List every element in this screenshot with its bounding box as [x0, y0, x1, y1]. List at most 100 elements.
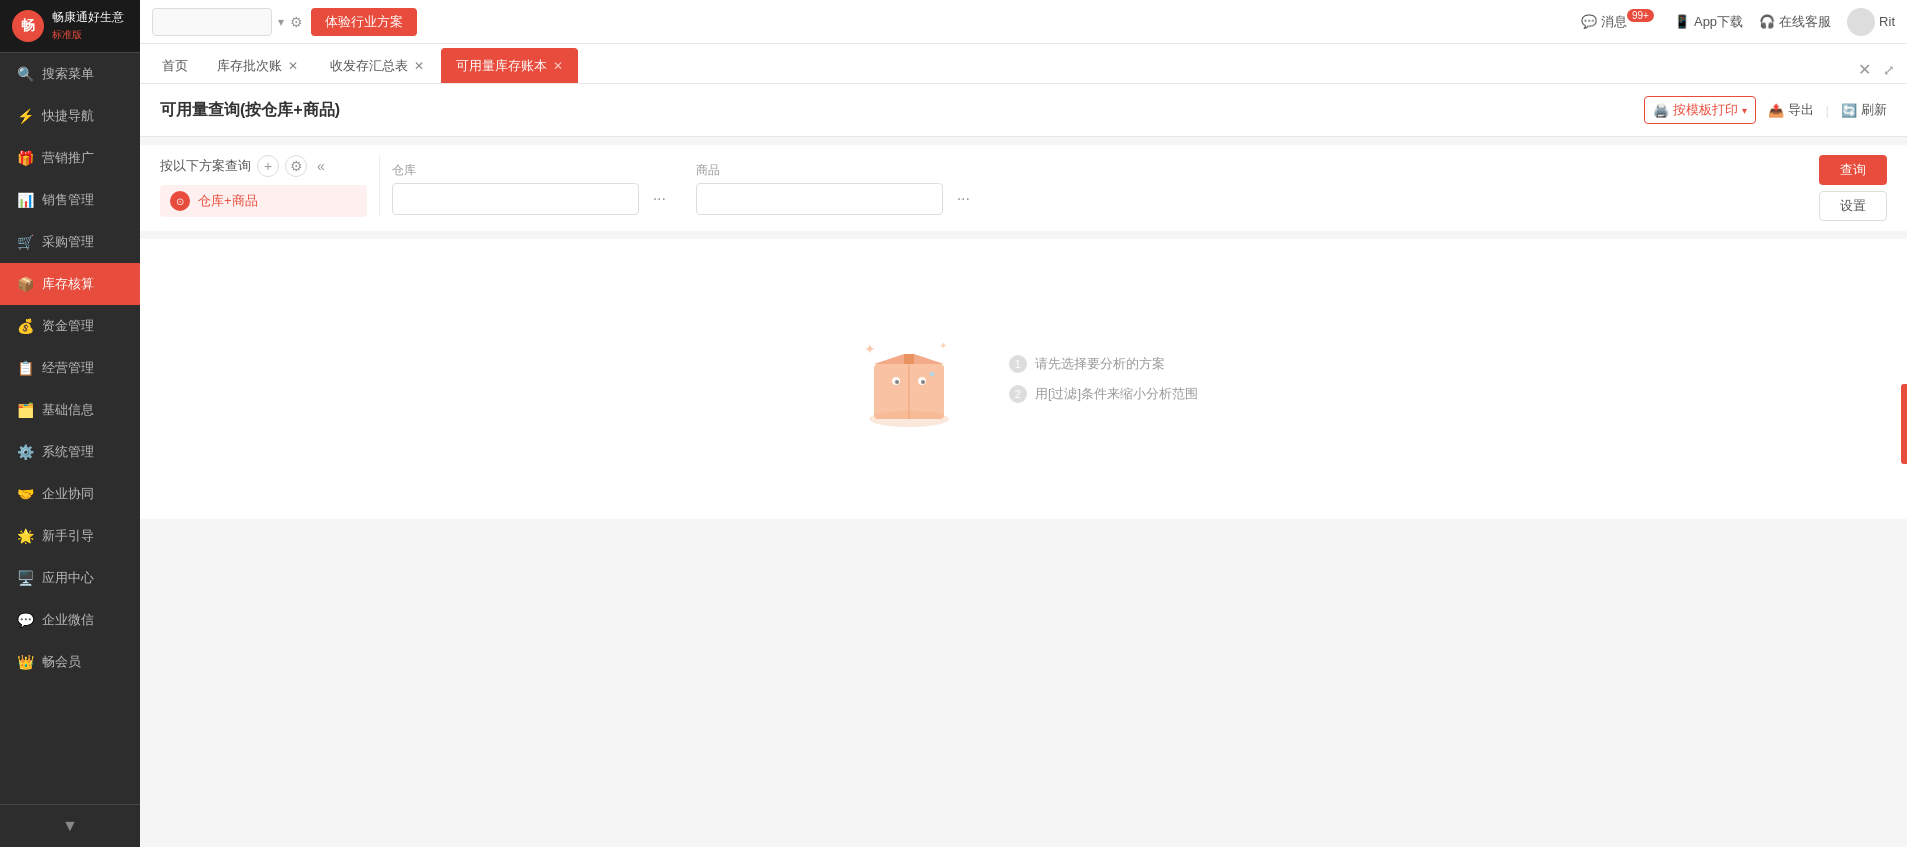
tab-home[interactable]: 首页 — [148, 49, 202, 83]
sidebar-item-operations[interactable]: 📋经营管理 — [0, 347, 140, 389]
sidebar-item-app-center[interactable]: 🖥️应用中心 — [0, 557, 140, 599]
print-template-btn[interactable]: 🖨️ 按模板打印 ▾ — [1644, 96, 1756, 124]
topbar-message[interactable]: 💬 消息 99+ — [1581, 13, 1658, 31]
scheme-settings-btn[interactable]: ⚙ — [285, 155, 307, 177]
tab-receive-summary-close[interactable]: ✕ — [414, 59, 424, 73]
tab-available-stock[interactable]: 可用量库存账本 ✕ — [441, 48, 578, 83]
topbar-search-input[interactable] — [152, 8, 272, 36]
tabs-close-all-btn[interactable]: ✕ — [1854, 56, 1875, 83]
sidebar-label-app-center: 应用中心 — [42, 569, 94, 587]
export-icon: 📤 — [1768, 103, 1784, 118]
sidebar-icon-member: 👑 — [16, 654, 34, 670]
sidebar-icon-shortcut: ⚡ — [16, 108, 34, 124]
filter-scheme-label: 按以下方案查询 — [160, 157, 251, 175]
tabs-right-actions: ✕ ⤢ — [1854, 56, 1907, 83]
product-input[interactable] — [696, 183, 943, 215]
sidebar-icon-inventory: 📦 — [16, 276, 34, 292]
sidebar-label-member: 畅会员 — [42, 653, 81, 671]
tab-batch-account[interactable]: 库存批次账 ✕ — [202, 48, 313, 83]
sidebar-menu: 🔍搜索菜单⚡快捷导航🎁营销推广 📊 销售管理 🛒采购管理 📦 库存核算 💰资金管理📋经营管理… — [0, 53, 140, 804]
scheme-item-warehouse-product[interactable]: ⊙ 仓库+商品 — [160, 185, 367, 217]
tip-num-1: 1 — [1009, 355, 1027, 373]
empty-illustration: ✦ ✦ — [849, 319, 969, 439]
topbar-gear-icon[interactable]: ⚙ — [290, 14, 303, 30]
tab-available-stock-close[interactable]: ✕ — [553, 59, 563, 73]
topbar-right: 💬 消息 99+ 📱 App下载 🎧 在线客服 Rit — [1581, 8, 1895, 36]
export-btn[interactable]: 📤 导出 — [1768, 101, 1814, 119]
refresh-btn[interactable]: 🔄 刷新 — [1841, 101, 1887, 119]
action-divider: | — [1826, 103, 1829, 118]
sidebar-icon-basic: 🗂️ — [16, 402, 34, 418]
sidebar-item-marketing-promo[interactable]: 🎁营销推广 — [0, 137, 140, 179]
sidebar-item-newbie[interactable]: 🌟新手引导 — [0, 515, 140, 557]
sidebar-item-member[interactable]: 👑 畅会员 — [0, 641, 140, 683]
svg-text:✦: ✦ — [864, 341, 876, 357]
message-label: 消息 — [1601, 13, 1627, 31]
username-label: Rit — [1879, 14, 1895, 29]
tabs-expand-btn[interactable]: ⤢ — [1879, 58, 1899, 82]
filter-section: 按以下方案查询 + ⚙ « ⊙ 仓库+商品 仓库 ··· — [140, 145, 1907, 231]
product-more-btn[interactable]: ··· — [951, 188, 976, 210]
main-area: ▾ ⚙ 体验行业方案 💬 消息 99+ 📱 App下载 🎧 在线客服 Rit — [140, 0, 1907, 847]
headset-icon: 🎧 — [1759, 14, 1775, 29]
experience-btn[interactable]: 体验行业方案 — [311, 8, 417, 36]
sidebar-item-inventory[interactable]: 📦 库存核算 — [0, 263, 140, 305]
warehouse-more-btn[interactable]: ··· — [647, 188, 672, 210]
print-chevron-icon: ▾ — [1742, 105, 1747, 116]
sidebar-item-shortcut[interactable]: ⚡快捷导航 — [0, 95, 140, 137]
query-btn[interactable]: 查询 — [1819, 155, 1887, 185]
tip-num-2: 2 — [1009, 385, 1027, 403]
sidebar-item-purchase[interactable]: 🛒采购管理 — [0, 221, 140, 263]
topbar-user[interactable]: Rit — [1847, 8, 1895, 36]
refresh-icon: 🔄 — [1841, 103, 1857, 118]
svg-point-7 — [921, 380, 925, 384]
empty-tip-1: 1 请先选择要分析的方案 — [1009, 355, 1198, 373]
empty-state: ✦ ✦ 1 请先选择要分析的方案 2 用[过滤]条件来缩小分析范围 — [140, 239, 1907, 519]
filter-scheme-header: 按以下方案查询 + ⚙ « — [160, 155, 367, 177]
sidebar-icon-wechat: 💬 — [16, 612, 34, 628]
tab-receive-summary[interactable]: 收发存汇总表 ✕ — [315, 48, 439, 83]
topbar-chevron-icon[interactable]: ▾ — [278, 15, 284, 29]
filter-left: 按以下方案查询 + ⚙ « ⊙ 仓库+商品 — [160, 155, 380, 217]
sidebar-label-operations: 经营管理 — [42, 359, 94, 377]
scheme-item-label: 仓库+商品 — [198, 192, 258, 210]
sidebar-item-enterprise[interactable]: 🤝企业协同 — [0, 473, 140, 515]
sidebar-icon-sales: 📊 — [16, 192, 34, 208]
page-header-actions: 🖨️ 按模板打印 ▾ 📤 导出 | 🔄 刷新 — [1644, 96, 1887, 124]
sidebar-label-inventory: 库存核算 — [42, 275, 94, 293]
warehouse-input-row: ··· — [392, 183, 672, 215]
refresh-label: 刷新 — [1861, 101, 1887, 119]
topbar: ▾ ⚙ 体验行业方案 💬 消息 99+ 📱 App下载 🎧 在线客服 Rit — [140, 0, 1907, 44]
sidebar-item-wechat[interactable]: 💬 企业微信 — [0, 599, 140, 641]
sidebar-label-search: 搜索菜单 — [42, 65, 94, 83]
tab-batch-account-close[interactable]: ✕ — [288, 59, 298, 73]
sidebar-icon-system: ⚙️ — [16, 444, 34, 460]
scheme-add-btn[interactable]: + — [257, 155, 279, 177]
sidebar: 畅 畅康通好生意 标准版 🔍搜索菜单⚡快捷导航🎁营销推广📊销售管理🛒采购管理📦库… — [0, 0, 140, 847]
topbar-app-download[interactable]: 📱 App下载 — [1674, 13, 1743, 31]
sidebar-item-finance[interactable]: 💰资金管理 — [0, 305, 140, 347]
empty-tips: 1 请先选择要分析的方案 2 用[过滤]条件来缩小分析范围 — [1009, 355, 1198, 403]
sidebar-label-sales: 销售管理 — [42, 191, 94, 209]
svg-rect-2 — [904, 354, 914, 364]
sidebar-bottom: ▼ — [0, 804, 140, 847]
sidebar-label-wechat: 企业微信 — [42, 611, 94, 629]
warehouse-input[interactable] — [392, 183, 639, 215]
app-download-label: App下载 — [1694, 13, 1743, 31]
sidebar-title-area: 畅康通好生意 标准版 — [52, 10, 124, 42]
right-scroll-handle[interactable] — [1901, 384, 1907, 464]
settings-action-btn[interactable]: 设置 — [1819, 191, 1887, 221]
sidebar-item-basic[interactable]: 🗂️基础信息 — [0, 389, 140, 431]
topbar-online-service[interactable]: 🎧 在线客服 — [1759, 13, 1831, 31]
warehouse-label: 仓库 — [392, 162, 672, 179]
user-avatar — [1847, 8, 1875, 36]
sidebar-item-system[interactable]: ⚙️系统管理 — [0, 431, 140, 473]
empty-state-content: ✦ ✦ 1 请先选择要分析的方案 2 用[过滤]条件来缩小分析范围 — [849, 319, 1198, 439]
message-icon: 💬 — [1581, 14, 1597, 29]
print-template-label: 按模板打印 — [1673, 101, 1738, 119]
scheme-collapse-btn[interactable]: « — [317, 158, 325, 174]
sidebar-scroll-down[interactable]: ▼ — [8, 813, 132, 839]
page-title: 可用量查询(按仓库+商品) — [160, 100, 340, 121]
sidebar-item-search[interactable]: 🔍搜索菜单 — [0, 53, 140, 95]
sidebar-item-sales[interactable]: 📊 销售管理 — [0, 179, 140, 221]
